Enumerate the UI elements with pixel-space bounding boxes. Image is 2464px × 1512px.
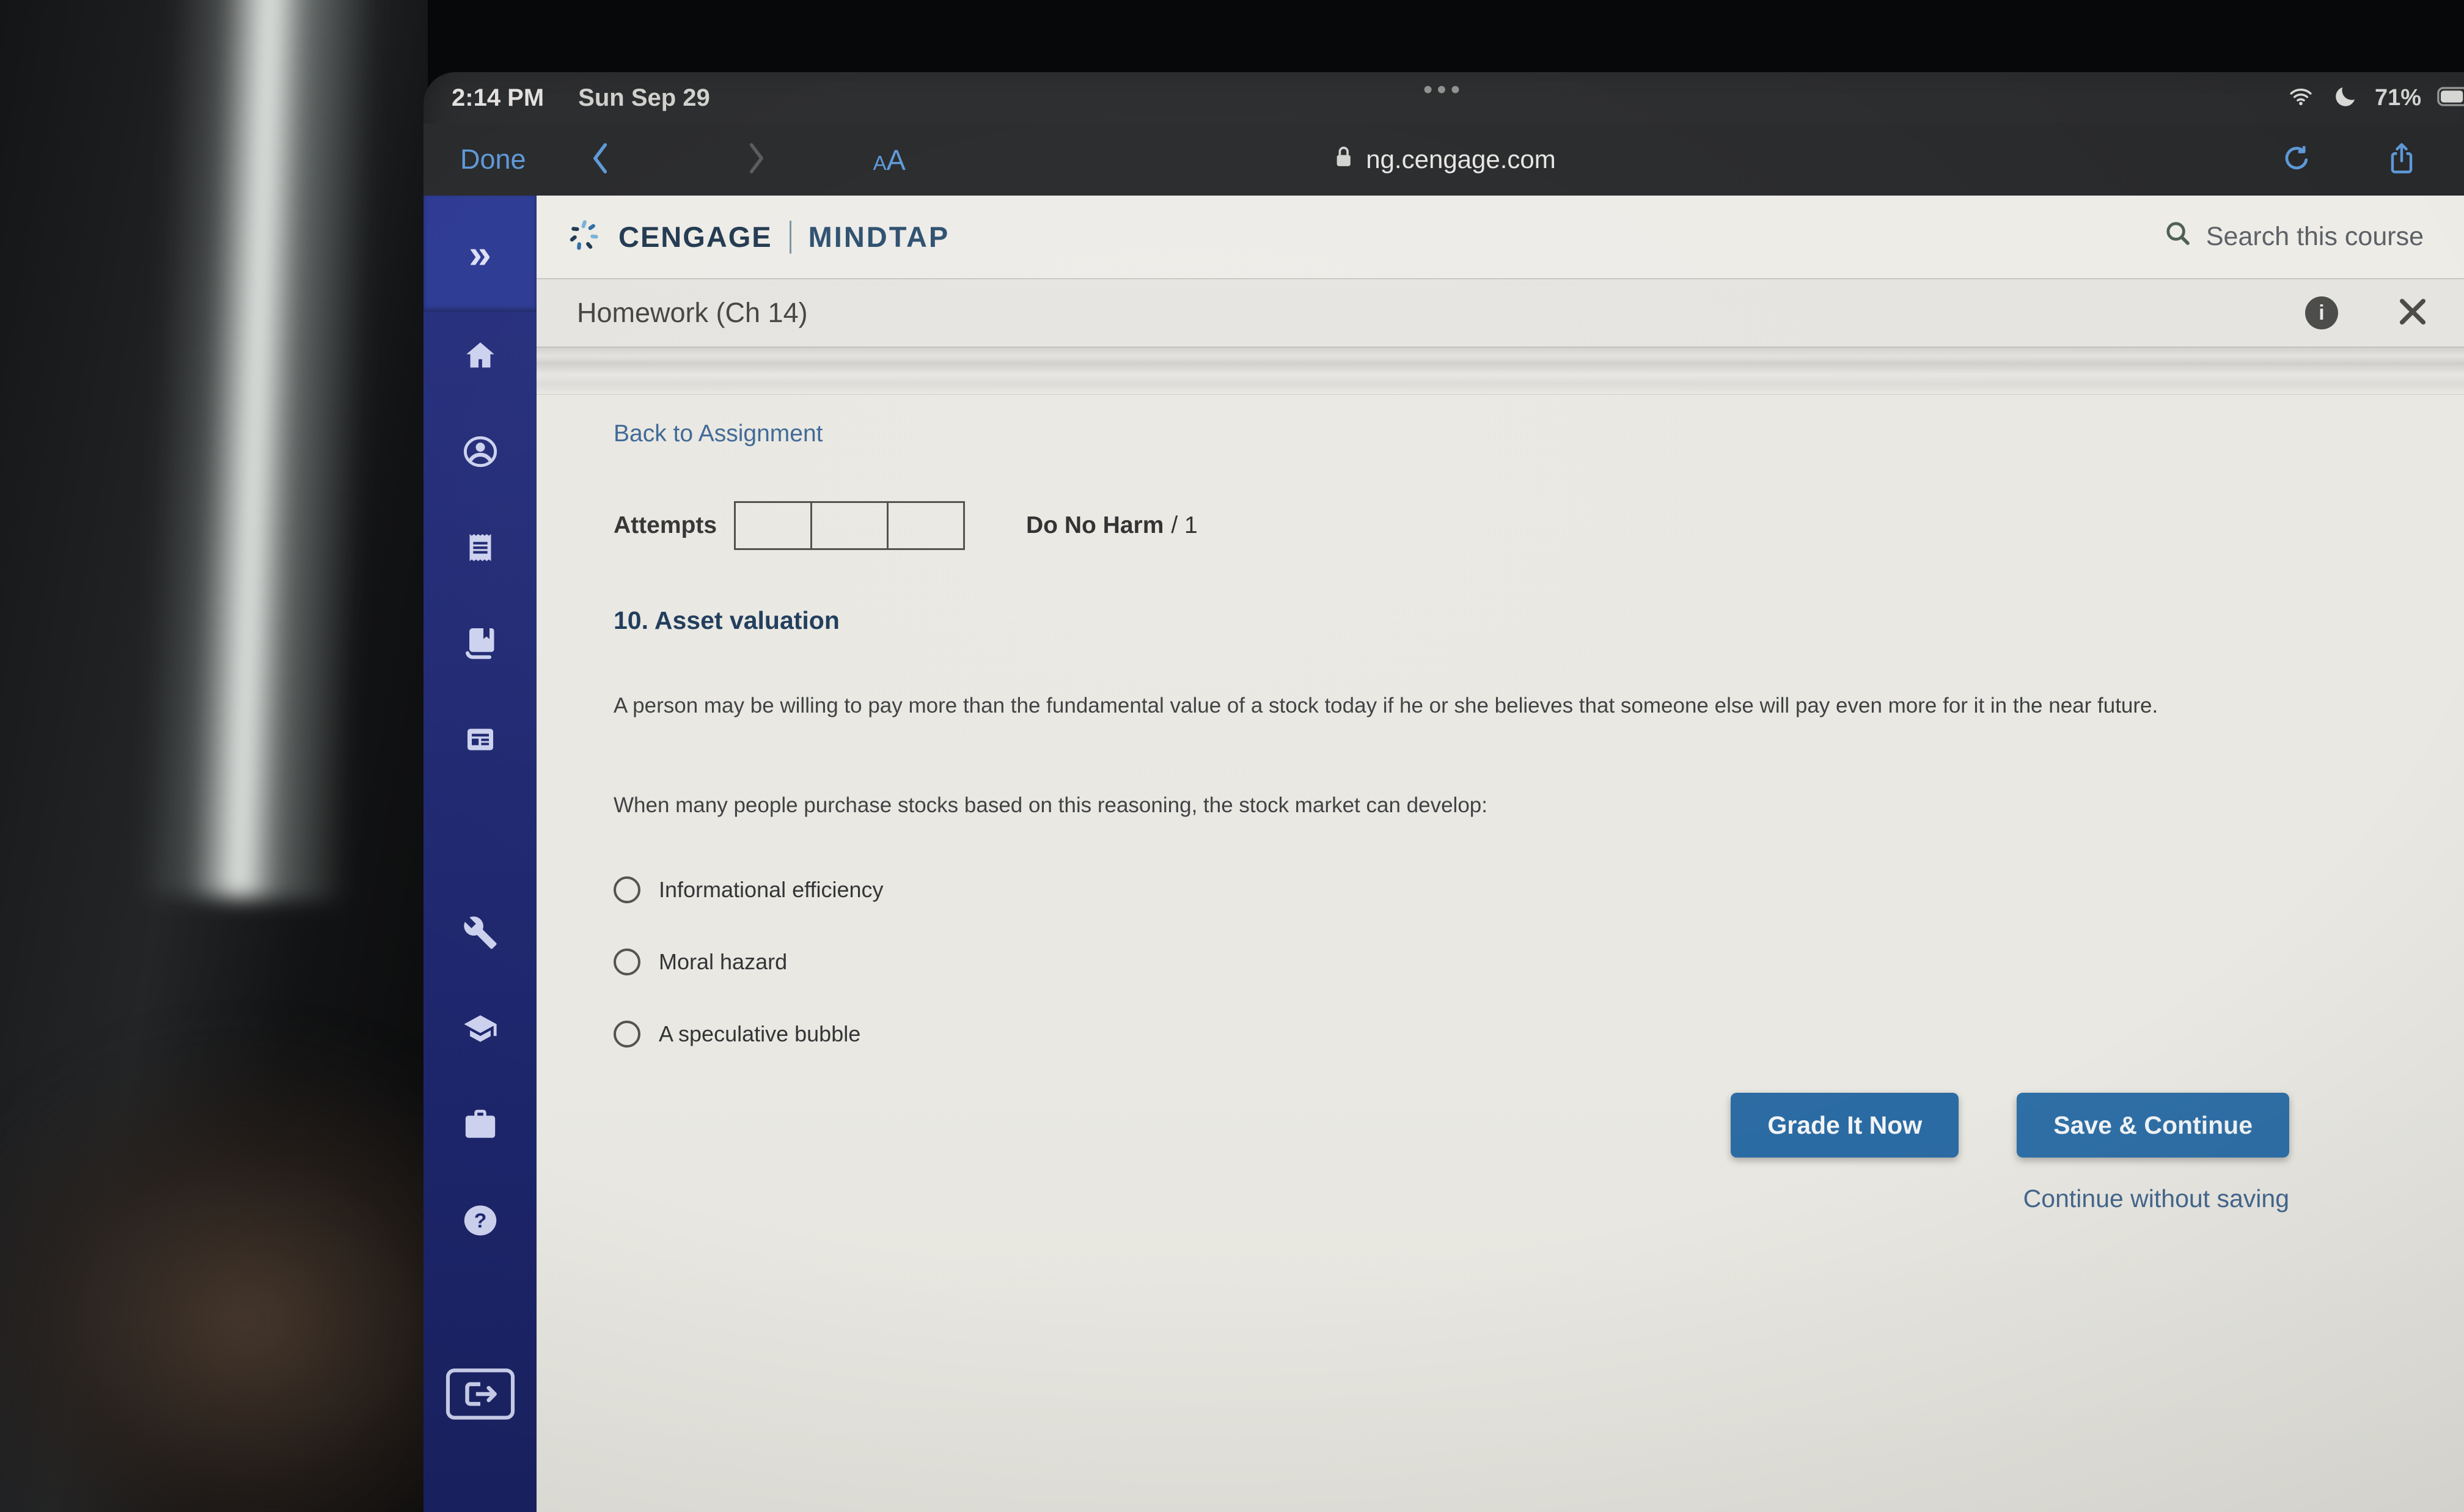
svg-text:?: ? (474, 1209, 486, 1232)
wifi-icon (2286, 84, 2316, 112)
radio-button-unselected[interactable] (614, 876, 640, 903)
info-button[interactable]: i (2305, 296, 2338, 329)
option-label: Moral hazard (659, 949, 788, 974)
wrench-icon (463, 915, 498, 953)
search-course[interactable]: Search this course (2163, 219, 2424, 255)
search-label: Search this course (2206, 222, 2424, 251)
logout-icon (445, 1368, 516, 1423)
sidebar-item-news[interactable] (458, 719, 502, 763)
question-panel: Back to Assignment Attempts Do No Harm / … (537, 395, 2464, 1512)
search-icon (2163, 219, 2193, 255)
photo-background: 2:14 PM Sun Sep 29 ••• 71% Done A A ng.c… (0, 0, 2464, 1512)
attempt-box (734, 501, 813, 550)
date: Sun Sep 29 (578, 84, 710, 111)
score-denominator: / 1 (1171, 512, 1198, 538)
back-button[interactable] (587, 139, 614, 180)
collapsed-header-strip (537, 348, 2464, 395)
brand-divider (789, 220, 791, 254)
activity-title-bar: Homework (Ch 14) i (537, 279, 2464, 348)
question-paragraph: A person may be willing to pay more than… (614, 694, 2158, 717)
book-icon (462, 625, 499, 665)
save-continue-button[interactable]: Save & Continue (2017, 1093, 2289, 1158)
reader-a-small: A (873, 151, 887, 174)
sidebar-item-logout[interactable] (442, 1368, 518, 1423)
radio-button-unselected[interactable] (614, 949, 640, 975)
sidebar-item-help[interactable]: ? (458, 1200, 502, 1244)
graduation-cap-icon (461, 1011, 499, 1049)
toolbar-right (2281, 139, 2419, 180)
info-icon: i (2319, 301, 2325, 325)
home-icon (463, 338, 498, 376)
battery-percent: 71% (2374, 84, 2421, 111)
cengage-logo[interactable] (568, 218, 604, 256)
share-icon[interactable] (2385, 139, 2419, 180)
attempt-box (889, 501, 966, 550)
grade-it-now-button[interactable]: Grade It Now (1731, 1093, 1959, 1158)
reader-options-button[interactable]: A A (873, 143, 906, 177)
status-bar: 2:14 PM Sun Sep 29 ••• 71% (424, 72, 2464, 123)
briefcase-icon (463, 1107, 498, 1145)
battery-icon (2437, 86, 2464, 110)
forward-button[interactable] (743, 139, 769, 180)
sidebar-item-ebook[interactable] (458, 623, 502, 667)
radio-button-unselected[interactable] (614, 1021, 640, 1048)
option-label: A speculative bubble (659, 1021, 861, 1046)
sidebar-item-career[interactable] (458, 1104, 502, 1148)
attempts-label: Attempts (614, 512, 717, 538)
brand-cengage: CENGAGE (618, 221, 772, 253)
question-title: 10. Asset valuation (614, 606, 840, 634)
url-text: ng.cengage.com (1366, 145, 1556, 174)
sidebar-item-profile[interactable] (458, 431, 502, 475)
action-buttons: Grade It Now Save & Continue (614, 1093, 2289, 1158)
pages-indicator-icon[interactable]: ••• (1423, 75, 1464, 105)
mindtap-sidebar: » ? (424, 196, 537, 1512)
answer-option[interactable]: A speculative bubble (614, 1021, 2289, 1048)
activity-title: Homework (Ch 14) (577, 297, 808, 328)
sidebar-item-home[interactable] (458, 335, 502, 379)
sidebar-expand-button[interactable]: » (424, 196, 537, 312)
assignment-name: Do No Harm (1026, 512, 1164, 538)
answer-option[interactable]: Moral hazard (614, 949, 2289, 975)
attempts-row: Attempts Do No Harm / 1 (614, 501, 2289, 550)
answer-option[interactable]: Informational efficiency (614, 876, 2289, 903)
brand-mindtap: MINDTAP (808, 221, 950, 253)
clock: 2:14 PM (452, 84, 544, 111)
sidebar-item-assignments[interactable] (458, 527, 502, 571)
status-left: 2:14 PM Sun Sep 29 (424, 84, 710, 112)
answer-options: Informational efficiency Moral hazard A … (614, 876, 2289, 1048)
sidebar-item-school[interactable] (458, 1008, 502, 1052)
continue-without-saving-link[interactable]: Continue without saving (614, 1184, 2289, 1213)
profile-icon (461, 434, 499, 472)
status-right: 71% (2286, 72, 2464, 123)
attempt-box (812, 501, 889, 550)
option-label: Informational efficiency (659, 877, 884, 902)
ipad-screen: 2:14 PM Sun Sep 29 ••• 71% Done A A ng.c… (424, 72, 2464, 1512)
back-to-assignment-link[interactable]: Back to Assignment (614, 420, 823, 447)
web-content: » ? CENGAGE MINDTAP Search this course H… (424, 196, 2464, 1512)
question-prompt: When many people purchase stocks based o… (614, 793, 1487, 817)
assignment-score: Do No Harm / 1 (1026, 512, 1198, 539)
reload-icon[interactable] (2281, 142, 2312, 177)
lock-icon (1332, 142, 1355, 177)
sidebar-item-tools[interactable] (458, 912, 502, 956)
help-icon: ? (462, 1202, 499, 1242)
focus-moon-icon (2332, 83, 2359, 113)
double-chevron-icon: » (469, 231, 491, 276)
mindtap-header: CENGAGE MINDTAP Search this course (537, 196, 2464, 279)
reader-a-large: A (886, 143, 906, 176)
done-button[interactable]: Done (424, 144, 526, 175)
main-panel: CENGAGE MINDTAP Search this course Homew… (537, 196, 2464, 1512)
safari-toolbar: Done A A ng.cengage.com (424, 123, 2464, 197)
receipt-icon (463, 530, 497, 568)
address-bar[interactable]: ng.cengage.com (1332, 142, 1556, 177)
article-icon (462, 722, 499, 760)
photo-light-streak (139, 0, 380, 902)
attempts-boxes (734, 501, 966, 550)
close-button[interactable] (2397, 296, 2429, 331)
